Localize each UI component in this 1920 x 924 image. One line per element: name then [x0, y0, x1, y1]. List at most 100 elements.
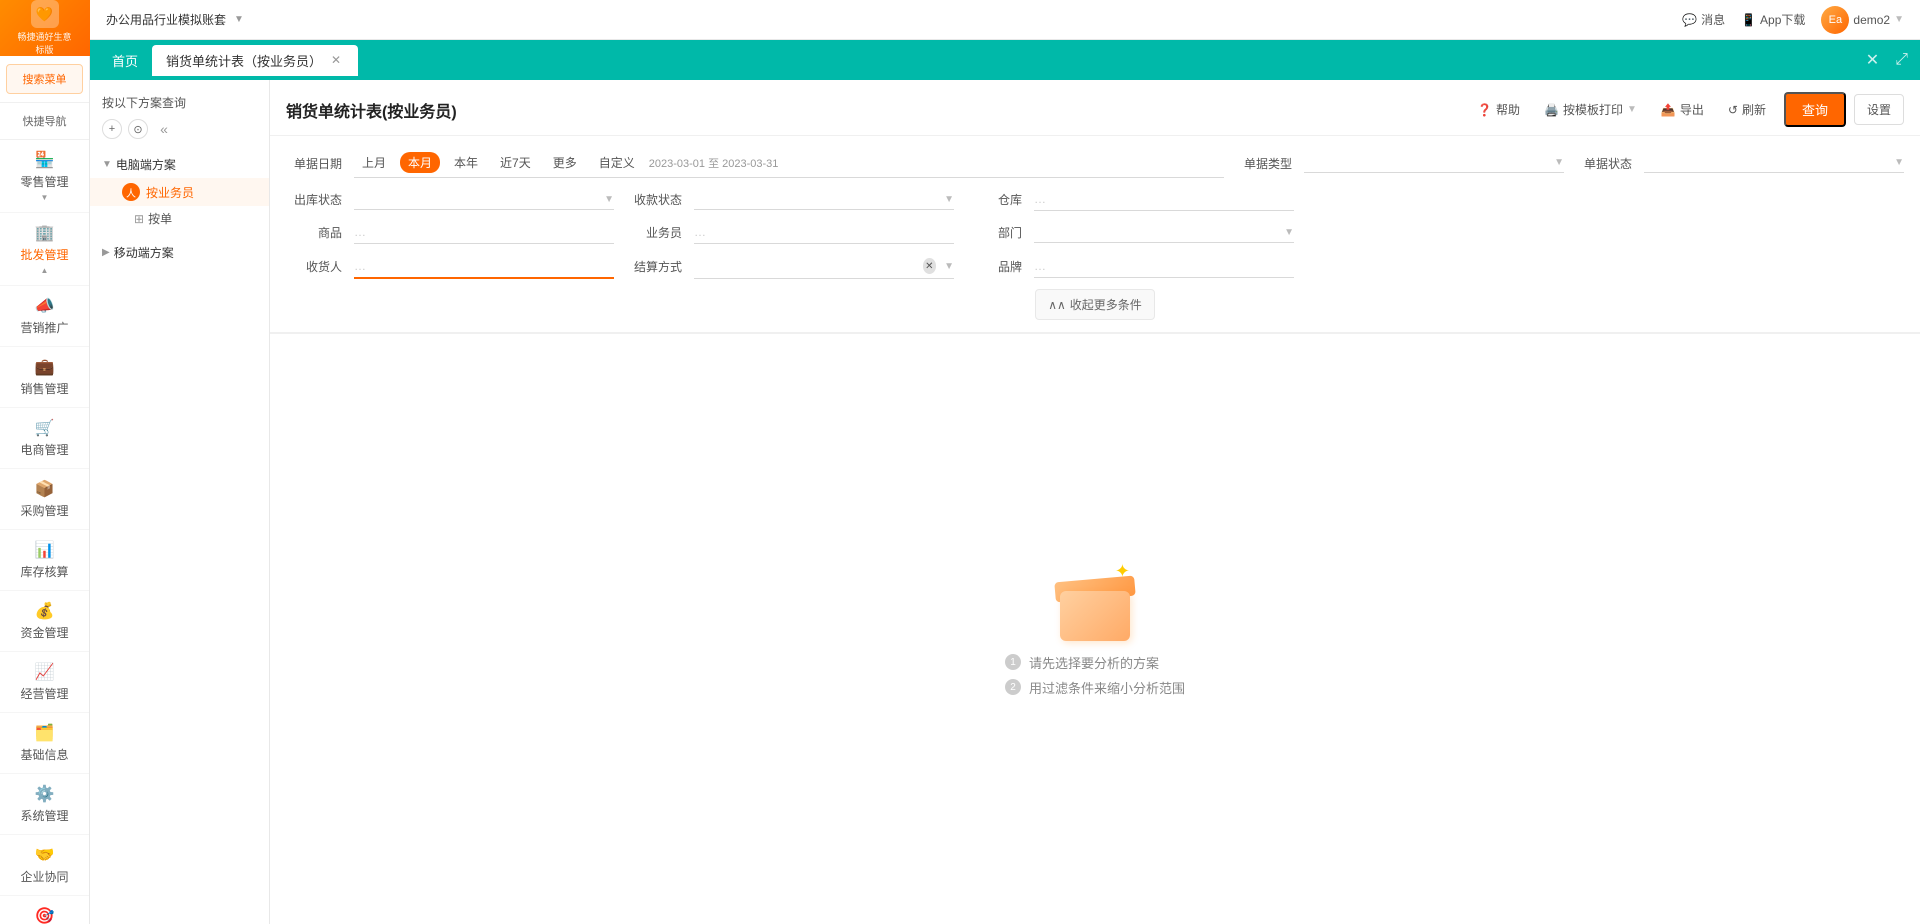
- query-button[interactable]: 查询: [1784, 92, 1846, 127]
- sales-report-tab-label: 销货单统计表（按业务员）: [166, 51, 322, 70]
- mobile-scheme-parent[interactable]: ▶ 移动端方案: [90, 239, 269, 266]
- operations-icon: 📈: [35, 662, 55, 682]
- breadcrumb: 办公用品行业模拟账套 ▼: [106, 11, 244, 28]
- date-btn-7days[interactable]: 近7天: [492, 152, 539, 173]
- date-btn-this-year[interactable]: 本年: [446, 152, 486, 173]
- sidebar-item-wholesale[interactable]: 🏢 批发管理 ▲: [0, 213, 89, 286]
- sidebar-item-label-sales: 销售管理: [20, 380, 68, 397]
- sidebar-item-ecommerce[interactable]: 🛒 电商管理: [0, 408, 89, 469]
- chevron-right-icon: ▼: [41, 193, 49, 202]
- sidebar-item-operations[interactable]: 📈 经营管理: [0, 652, 89, 713]
- warehouse-value: …: [1034, 192, 1294, 206]
- date-btn-more[interactable]: 更多: [545, 152, 585, 173]
- receipt-status-label: 收款状态: [626, 191, 682, 208]
- goods-control: …: [354, 221, 614, 244]
- sidebar-item-purchase[interactable]: 📦 采购管理: [0, 469, 89, 530]
- tip-text-2: 用过滤条件来缩小分析范围: [1029, 678, 1185, 697]
- filter-area: 单据日期 上月 本月 本年 近7天 更多 自定义 2023-03-01 至 20…: [270, 136, 1920, 333]
- doc-type-dropdown-icon[interactable]: ▼: [1554, 157, 1564, 168]
- filter-section: 单据日期 上月 本月 本年 近7天 更多 自定义 2023-03-01 至 20…: [270, 136, 1920, 334]
- settlement-control: ✕ ▼: [694, 254, 954, 279]
- order-scheme-icon: ⊞: [134, 212, 144, 226]
- doc-status-dropdown-icon[interactable]: ▼: [1894, 157, 1904, 168]
- brand-label: 品牌: [966, 258, 1022, 275]
- sidebar-item-retail[interactable]: 🏪 零售管理 ▼: [0, 140, 89, 213]
- warehouse-control: …: [1034, 188, 1294, 211]
- template-print-button[interactable]: 🖨️ 按模板打印 ▼: [1538, 97, 1643, 122]
- tab-close-all-icon[interactable]: ✕: [1862, 46, 1883, 74]
- sidebar-item-sales[interactable]: 💼 销售管理: [0, 347, 89, 408]
- sidebar-item-finance[interactable]: 💰 资金管理: [0, 591, 89, 652]
- settings-button[interactable]: 设置: [1854, 94, 1904, 125]
- date-btn-last-month[interactable]: 上月: [354, 152, 394, 173]
- app-download-button[interactable]: 📱 App下载: [1741, 11, 1805, 28]
- tab-expand-icon[interactable]: ⤢: [1891, 47, 1912, 73]
- messages-button[interactable]: 💬 消息: [1682, 11, 1725, 28]
- sidebar-search-area: 搜索菜单: [0, 56, 89, 103]
- date-btn-this-month[interactable]: 本月: [400, 152, 440, 173]
- out-status-dropdown-icon[interactable]: ▼: [604, 194, 614, 205]
- collapse-panel-button[interactable]: «: [154, 119, 174, 139]
- refresh-label: 刷新: [1742, 101, 1766, 118]
- inventory-icon: 📊: [35, 540, 55, 560]
- help-label: 帮助: [1496, 101, 1520, 118]
- sidebar-item-newbie[interactable]: 🎯 新手引导: [0, 896, 89, 924]
- logo-icon: 🧡: [31, 0, 59, 28]
- refresh-button[interactable]: ↺ 刷新: [1722, 97, 1772, 122]
- collapse-arrow-icon: ∧∧: [1048, 298, 1066, 312]
- salesperson-value: …: [694, 225, 954, 239]
- scheme-by-salesperson[interactable]: 人 按业务员: [90, 178, 269, 206]
- tab-sales-report[interactable]: 销货单统计表（按业务员） ✕: [152, 45, 358, 76]
- app-logo[interactable]: 🧡 畅捷通好生意 标版: [0, 0, 90, 56]
- add-scheme-button[interactable]: +: [102, 119, 122, 139]
- salesperson-scheme-label: 按业务员: [146, 184, 194, 201]
- receipt-status-dropdown-icon[interactable]: ▼: [944, 194, 954, 205]
- download-icon: 📱: [1741, 13, 1756, 27]
- empty-tip-1: 1 请先选择要分析的方案: [1005, 653, 1185, 672]
- collapse-label: 收起更多条件: [1070, 296, 1142, 313]
- sidebar-item-inventory[interactable]: 📊 库存核算: [0, 530, 89, 591]
- print-icon: 🖨️: [1544, 103, 1559, 117]
- export-icon: 📤: [1661, 103, 1676, 117]
- date-btn-custom[interactable]: 自定义: [591, 152, 643, 173]
- chevron-down-icon: ▲: [41, 266, 49, 275]
- desktop-scheme-parent[interactable]: ▼ 电脑端方案: [90, 151, 269, 178]
- box-star-icon: ✦: [1115, 561, 1130, 582]
- template-print-label: 按模板打印: [1563, 101, 1623, 118]
- query-settings-row: 查询 设置: [1784, 92, 1904, 127]
- quick-nav-label[interactable]: 快捷导航: [6, 109, 83, 133]
- sidebar-item-system[interactable]: ⚙️ 系统管理: [0, 774, 89, 835]
- settlement-clear-icon[interactable]: ✕: [923, 258, 937, 274]
- tab-close-icon[interactable]: ✕: [328, 52, 344, 68]
- user-profile[interactable]: Ea demo2 ▼: [1821, 6, 1904, 34]
- tab-bar-right: ✕ ⤢: [1862, 46, 1912, 74]
- help-button[interactable]: ❓ 帮助: [1471, 97, 1526, 122]
- basic-icon: 🗂️: [35, 723, 55, 743]
- page-actions: ❓ 帮助 🖨️ 按模板打印 ▼ 📤 导出 ↺ 刷新: [1471, 92, 1904, 127]
- search-menu-button[interactable]: 搜索菜单: [6, 64, 83, 94]
- sidebar-item-label-ecommerce: 电商管理: [20, 441, 68, 458]
- breadcrumb-dropdown-icon[interactable]: ▼: [234, 14, 244, 25]
- tab-home[interactable]: 首页: [98, 45, 152, 76]
- collapse-filters-button[interactable]: ∧∧ 收起更多条件: [1035, 289, 1155, 320]
- newbie-icon: 🎯: [35, 906, 55, 924]
- brand-control: …: [1034, 255, 1294, 278]
- salesperson-control: …: [694, 221, 954, 244]
- scheme-by-order[interactable]: ⊞ 按单: [90, 206, 269, 231]
- desktop-scheme-label: 电脑端方案: [116, 156, 176, 173]
- filter-row-4: 收货人 … 结算方式 ✕ ▼ 品牌 …: [286, 254, 1904, 279]
- export-button[interactable]: 📤 导出: [1655, 97, 1710, 122]
- settings-scheme-button[interactable]: ⊙: [128, 119, 148, 139]
- system-icon: ⚙️: [35, 784, 55, 804]
- settlement-dropdown-icon[interactable]: ▼: [944, 261, 954, 272]
- sidebar-item-marketing[interactable]: 📣 营销推广: [0, 286, 89, 347]
- sidebar-item-enterprise[interactable]: 🤝 企业协同: [0, 835, 89, 896]
- tip-num-1: 1: [1005, 654, 1021, 670]
- quick-nav-area: 快捷导航: [0, 103, 89, 140]
- filter-row-1: 单据日期 上月 本月 本年 近7天 更多 自定义 2023-03-01 至 20…: [286, 148, 1904, 178]
- department-label: 部门: [966, 224, 1022, 241]
- department-dropdown-icon[interactable]: ▼: [1284, 227, 1294, 238]
- sidebar-item-basic[interactable]: 🗂️ 基础信息: [0, 713, 89, 774]
- retail-icon: 🏪: [35, 150, 55, 170]
- consignee-value: …: [354, 259, 614, 273]
